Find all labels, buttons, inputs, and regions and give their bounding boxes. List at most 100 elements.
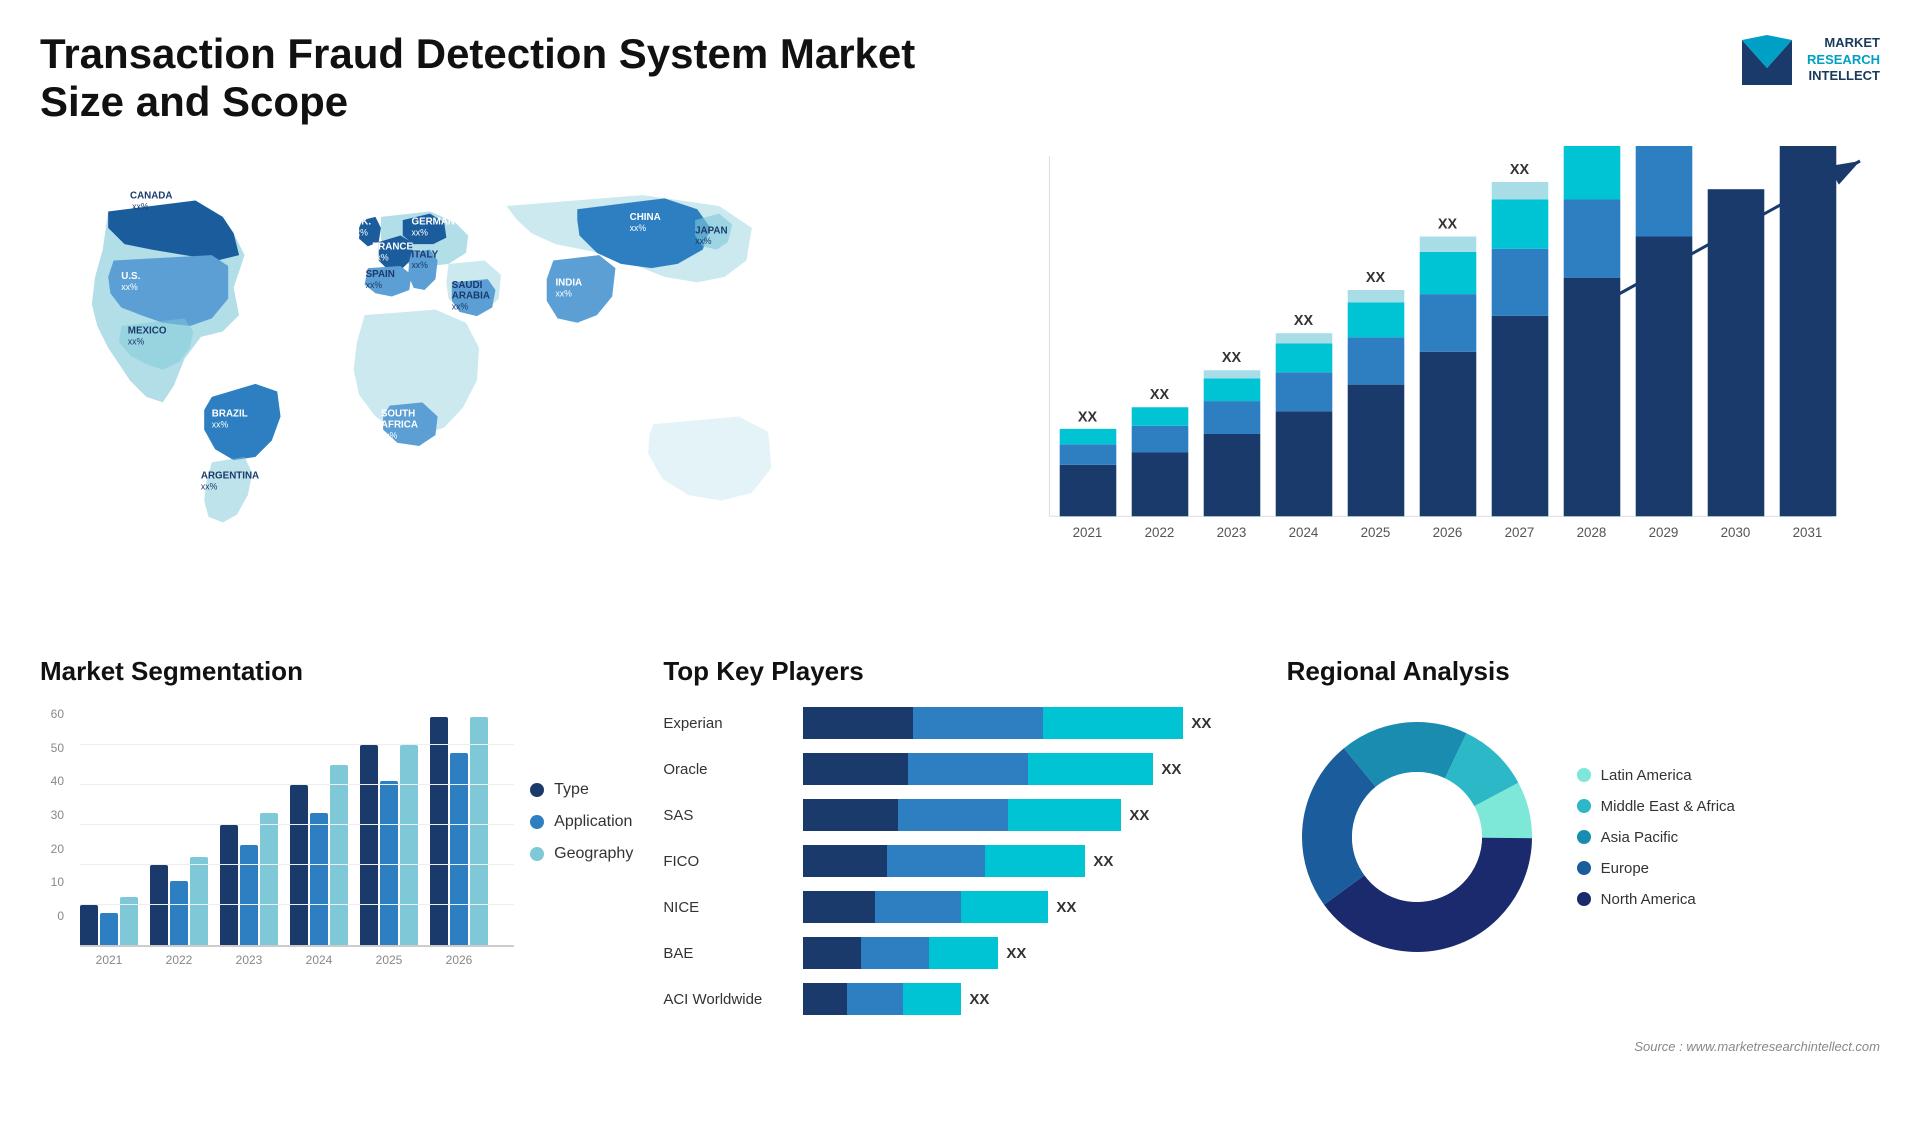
svg-text:xx%: xx% [121,282,138,292]
svg-text:SPAIN: SPAIN [366,269,395,280]
segmentation-title: Market Segmentation [40,656,633,687]
page-wrapper: Transaction Fraud Detection System Marke… [0,0,1920,1146]
legend-geography: Geography [530,845,633,863]
world-map-svg: CANADA xx% U.S. xx% MEXICO xx% BRAZIL xx… [40,146,940,626]
seg-group-2022 [150,857,208,945]
svg-text:ARABIA: ARABIA [452,291,490,302]
legend-latin-america: Latin America [1577,767,1735,784]
svg-text:BRAZIL: BRAZIL [212,409,248,420]
svg-text:XX: XX [1510,162,1530,178]
legend-europe: Europe [1577,860,1735,877]
legend-label-geography: Geography [554,845,633,863]
player-bar-nice: XX [803,891,1256,923]
svg-text:2024: 2024 [1289,525,1319,540]
svg-text:xx%: xx% [212,419,229,429]
bar-chart-wrapper: XX 2021 XX 2022 XX 2023 [980,146,1880,626]
svg-text:U.K.: U.K. [351,217,371,228]
svg-text:XX: XX [1150,387,1170,403]
legend-dot-asia-pacific [1577,830,1591,844]
svg-text:xx%: xx% [132,201,149,211]
legend-label-type: Type [554,781,589,799]
svg-text:U.S.: U.S. [121,271,140,282]
seg-bar-app [100,913,118,945]
svg-text:xx%: xx% [201,482,218,492]
svg-text:ITALY: ITALY [411,249,438,260]
player-bar-bae: XX [803,937,1256,969]
svg-text:xx%: xx% [411,227,428,237]
svg-text:2031: 2031 [1793,525,1823,540]
seg-group-2023 [220,813,278,945]
svg-text:JAPAN: JAPAN [695,225,727,236]
player-row-bae: BAE XX [663,937,1256,969]
players-list: Experian XX Oracle [663,707,1256,1015]
svg-text:MEXICO: MEXICO [128,326,167,337]
logo-text: MARKET RESEARCH INTELLECT [1807,35,1880,86]
legend-label-north-america: North America [1601,891,1696,908]
bar-chart-section: XX 2021 XX 2022 XX 2023 [980,146,1880,626]
player-bar-oracle: XX [803,753,1256,785]
logo-icon [1737,30,1797,90]
seg-legend: Type Application Geography [530,707,633,967]
svg-text:INDIA: INDIA [555,278,582,289]
seg-group-2021 [80,897,138,945]
svg-text:xx%: xx% [695,236,712,246]
logo-area: MARKET RESEARCH INTELLECT [1737,30,1880,90]
seg-group-2025 [360,745,418,945]
player-row-experian: Experian XX [663,707,1256,739]
svg-text:xx%: xx% [381,430,398,440]
page-title: Transaction Fraud Detection System Marke… [40,30,940,126]
svg-text:xx%: xx% [372,253,389,263]
player-value-aci: XX [969,991,989,1008]
player-value-oracle: XX [1161,761,1181,778]
players-title: Top Key Players [663,656,1256,687]
legend-north-america: North America [1577,891,1735,908]
legend-dot-north-america [1577,892,1591,906]
legend-application: Application [530,813,633,831]
donut-legend: Latin America Middle East & Africa Asia … [1577,767,1735,908]
legend-dot-geography [530,847,544,861]
legend-dot-latin-america [1577,768,1591,782]
player-name-fico: FICO [663,853,793,870]
map-container: CANADA xx% U.S. xx% MEXICO xx% BRAZIL xx… [40,146,940,626]
player-bar-experian: XX [803,707,1256,739]
legend-dot-application [530,815,544,829]
header: Transaction Fraud Detection System Marke… [40,30,1880,126]
svg-text:2025: 2025 [1361,525,1391,540]
seg-y-axis: 0 10 20 30 40 50 60 [40,707,64,947]
seg-group-2026 [430,717,488,945]
player-value-experian: XX [1191,715,1211,732]
legend-label-europe: Europe [1601,860,1649,877]
svg-text:2030: 2030 [1721,525,1751,540]
player-value-sas: XX [1129,807,1149,824]
svg-text:AFRICA: AFRICA [381,419,418,430]
map-section: CANADA xx% U.S. xx% MEXICO xx% BRAZIL xx… [40,146,940,626]
seg-bars-area [80,707,514,947]
svg-text:SOUTH: SOUTH [381,409,415,420]
player-name-aci: ACI Worldwide [663,991,793,1008]
regional-section: Regional Analysis [1287,656,1880,1029]
player-value-nice: XX [1056,899,1076,916]
seg-x-labels: 2021 2022 2023 2024 2025 2026 [80,953,514,967]
svg-text:SAUDI: SAUDI [452,280,483,291]
segmentation-section: Market Segmentation 0 10 20 30 40 50 60 [40,656,633,1029]
player-row-oracle: Oracle XX [663,753,1256,785]
svg-text:XX: XX [1294,313,1314,329]
legend-type: Type [530,781,633,799]
svg-text:CANADA: CANADA [130,190,172,201]
player-name-experian: Experian [663,715,793,732]
player-bar-sas: XX [803,799,1256,831]
svg-text:2028: 2028 [1577,525,1607,540]
player-row-fico: FICO XX [663,845,1256,877]
player-name-bae: BAE [663,945,793,962]
players-section: Top Key Players Experian XX [663,656,1256,1029]
svg-text:2027: 2027 [1505,525,1535,540]
legend-dot-type [530,783,544,797]
player-name-sas: SAS [663,807,793,824]
svg-text:XX: XX [1438,216,1458,232]
legend-label-application: Application [554,813,632,831]
legend-label-middle-east-africa: Middle East & Africa [1601,798,1735,815]
svg-text:XX: XX [1078,410,1098,426]
svg-text:XX: XX [1222,350,1242,366]
svg-text:2021: 2021 [1073,525,1103,540]
svg-text:2023: 2023 [1217,525,1247,540]
